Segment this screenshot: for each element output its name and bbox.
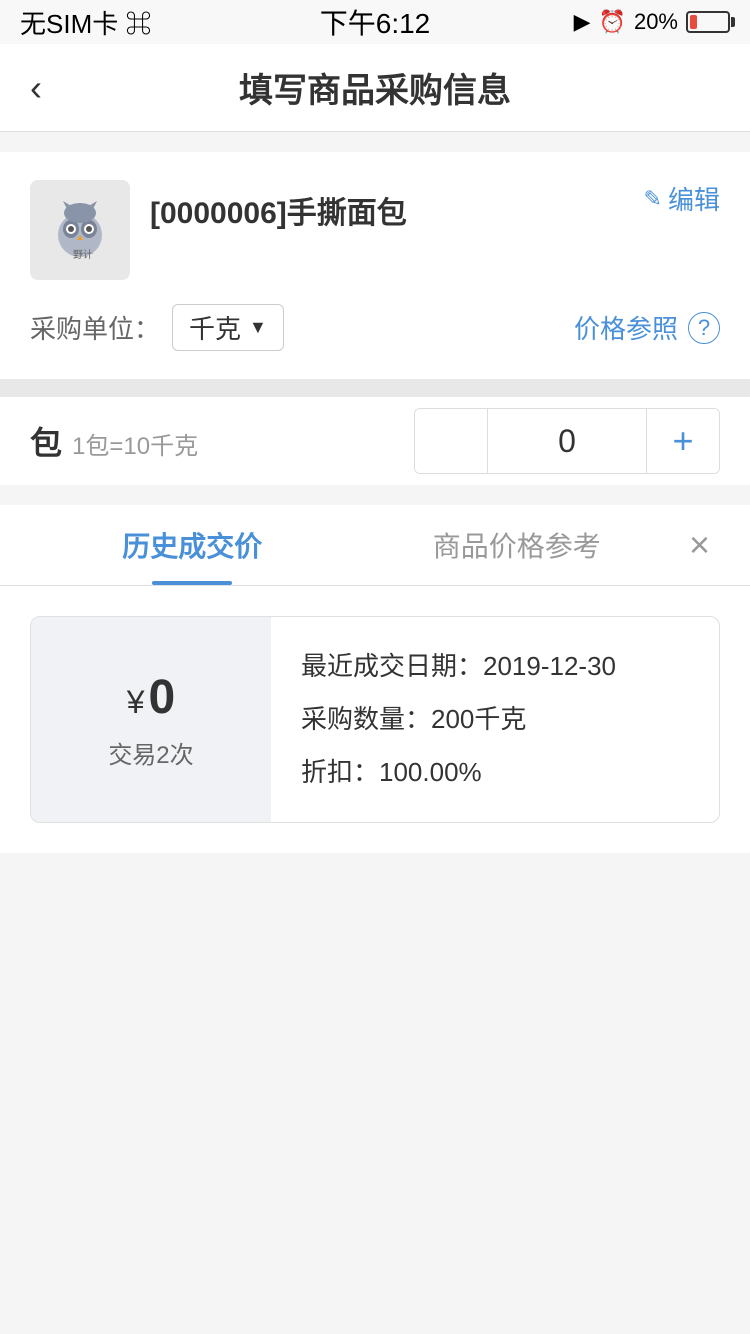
date-value: 2019-12-30 bbox=[483, 651, 616, 681]
clock: 下午6:12 bbox=[320, 2, 431, 42]
tab-close-button[interactable]: × bbox=[679, 524, 720, 566]
history-qty-row: 采购数量：200千克 bbox=[301, 700, 689, 739]
quantity-row: 包 1包=10千克 + bbox=[0, 397, 750, 485]
unit-main: 包 bbox=[30, 418, 62, 464]
unit-dropdown[interactable]: 千克 ▼ bbox=[172, 304, 284, 351]
tab-product-price-ref[interactable]: 商品价格参考 bbox=[354, 505, 678, 585]
signal-indicator: 无SIM卡 ⌘ bbox=[20, 4, 151, 41]
chevron-down-icon: ▼ bbox=[249, 317, 267, 338]
battery-pct: 20% bbox=[634, 9, 678, 35]
battery-icon bbox=[686, 11, 730, 33]
quantity-increase-button[interactable]: + bbox=[647, 409, 719, 473]
edit-icon: ✎ bbox=[644, 186, 662, 212]
tab-history-label: 历史成交价 bbox=[122, 525, 262, 565]
trade-count: 交易2次 bbox=[108, 735, 193, 770]
unit-conversion: 1包=10千克 bbox=[72, 426, 198, 461]
history-price-display: ¥ 0 bbox=[127, 670, 176, 725]
tabs-panel: 历史成交价 商品价格参考 × ¥ 0 交易2次 最近成交日期：2019-12-3… bbox=[0, 505, 750, 853]
history-card: ¥ 0 交易2次 最近成交日期：2019-12-30 采购数量：200千克 折扣… bbox=[30, 616, 720, 823]
tab-product-label: 商品价格参考 bbox=[433, 525, 601, 565]
back-button[interactable]: ‹ bbox=[30, 70, 42, 106]
history-discount-row: 折扣：100.00% bbox=[301, 753, 689, 792]
price-ref-label: 价格参照 bbox=[574, 309, 678, 346]
svg-text:野计: 野计 bbox=[73, 248, 93, 261]
price-value: 0 bbox=[149, 670, 176, 725]
owl-icon: 野计 bbox=[45, 195, 115, 265]
status-right: ▶ ⏰ 20% bbox=[574, 9, 730, 35]
nav-bar: ‹ 填写商品采购信息 bbox=[0, 44, 750, 132]
qty-label: 采购数量： bbox=[301, 704, 431, 734]
discount-value: 100.00% bbox=[379, 757, 482, 787]
product-thumbnail: 野计 bbox=[30, 180, 130, 280]
history-details-section: 最近成交日期：2019-12-30 采购数量：200千克 折扣：100.00% bbox=[271, 617, 719, 822]
quantity-input[interactable] bbox=[487, 409, 647, 473]
edit-label: 编辑 bbox=[668, 180, 720, 217]
unit-row: 采购单位： 千克 ▼ 价格参照 ? bbox=[30, 304, 720, 351]
edit-button[interactable]: ✎ 编辑 bbox=[644, 180, 720, 217]
divider-bar bbox=[0, 379, 750, 397]
location-icon: ▶ bbox=[574, 9, 591, 35]
tabs-header: 历史成交价 商品价格参考 × bbox=[0, 505, 750, 586]
discount-label: 折扣： bbox=[301, 757, 379, 787]
page-title: 填写商品采购信息 bbox=[239, 63, 511, 112]
status-bar: 无SIM卡 ⌘ 下午6:12 ▶ ⏰ 20% bbox=[0, 0, 750, 44]
quantity-decrease-button[interactable] bbox=[415, 409, 487, 473]
unit-label: 采购单位： bbox=[30, 309, 160, 346]
quantity-label: 包 1包=10千克 bbox=[30, 418, 198, 464]
product-name: [0000006]手撕面包 bbox=[150, 188, 407, 232]
help-icon[interactable]: ? bbox=[688, 312, 720, 344]
price-symbol: ¥ bbox=[127, 684, 145, 721]
date-label: 最近成交日期： bbox=[301, 651, 483, 681]
qty-value: 200千克 bbox=[431, 704, 526, 734]
price-ref-button[interactable]: 价格参照 ? bbox=[574, 309, 720, 346]
history-date-row: 最近成交日期：2019-12-30 bbox=[301, 647, 689, 686]
product-card: 野计 [0000006]手撕面包 ✎ 编辑 采购单位： 千克 ▼ 价格参照 ? bbox=[0, 152, 750, 379]
quantity-controls: + bbox=[414, 408, 720, 474]
tab-history-price[interactable]: 历史成交价 bbox=[30, 505, 354, 585]
unit-left: 采购单位： 千克 ▼ bbox=[30, 304, 284, 351]
product-header: 野计 [0000006]手撕面包 ✎ 编辑 bbox=[30, 180, 720, 280]
tab-content-history: ¥ 0 交易2次 最近成交日期：2019-12-30 采购数量：200千克 折扣… bbox=[0, 586, 750, 853]
history-price-section: ¥ 0 交易2次 bbox=[31, 617, 271, 822]
alarm-icon: ⏰ bbox=[599, 9, 626, 35]
product-info: 野计 [0000006]手撕面包 bbox=[30, 180, 407, 280]
unit-value: 千克 bbox=[189, 309, 241, 346]
